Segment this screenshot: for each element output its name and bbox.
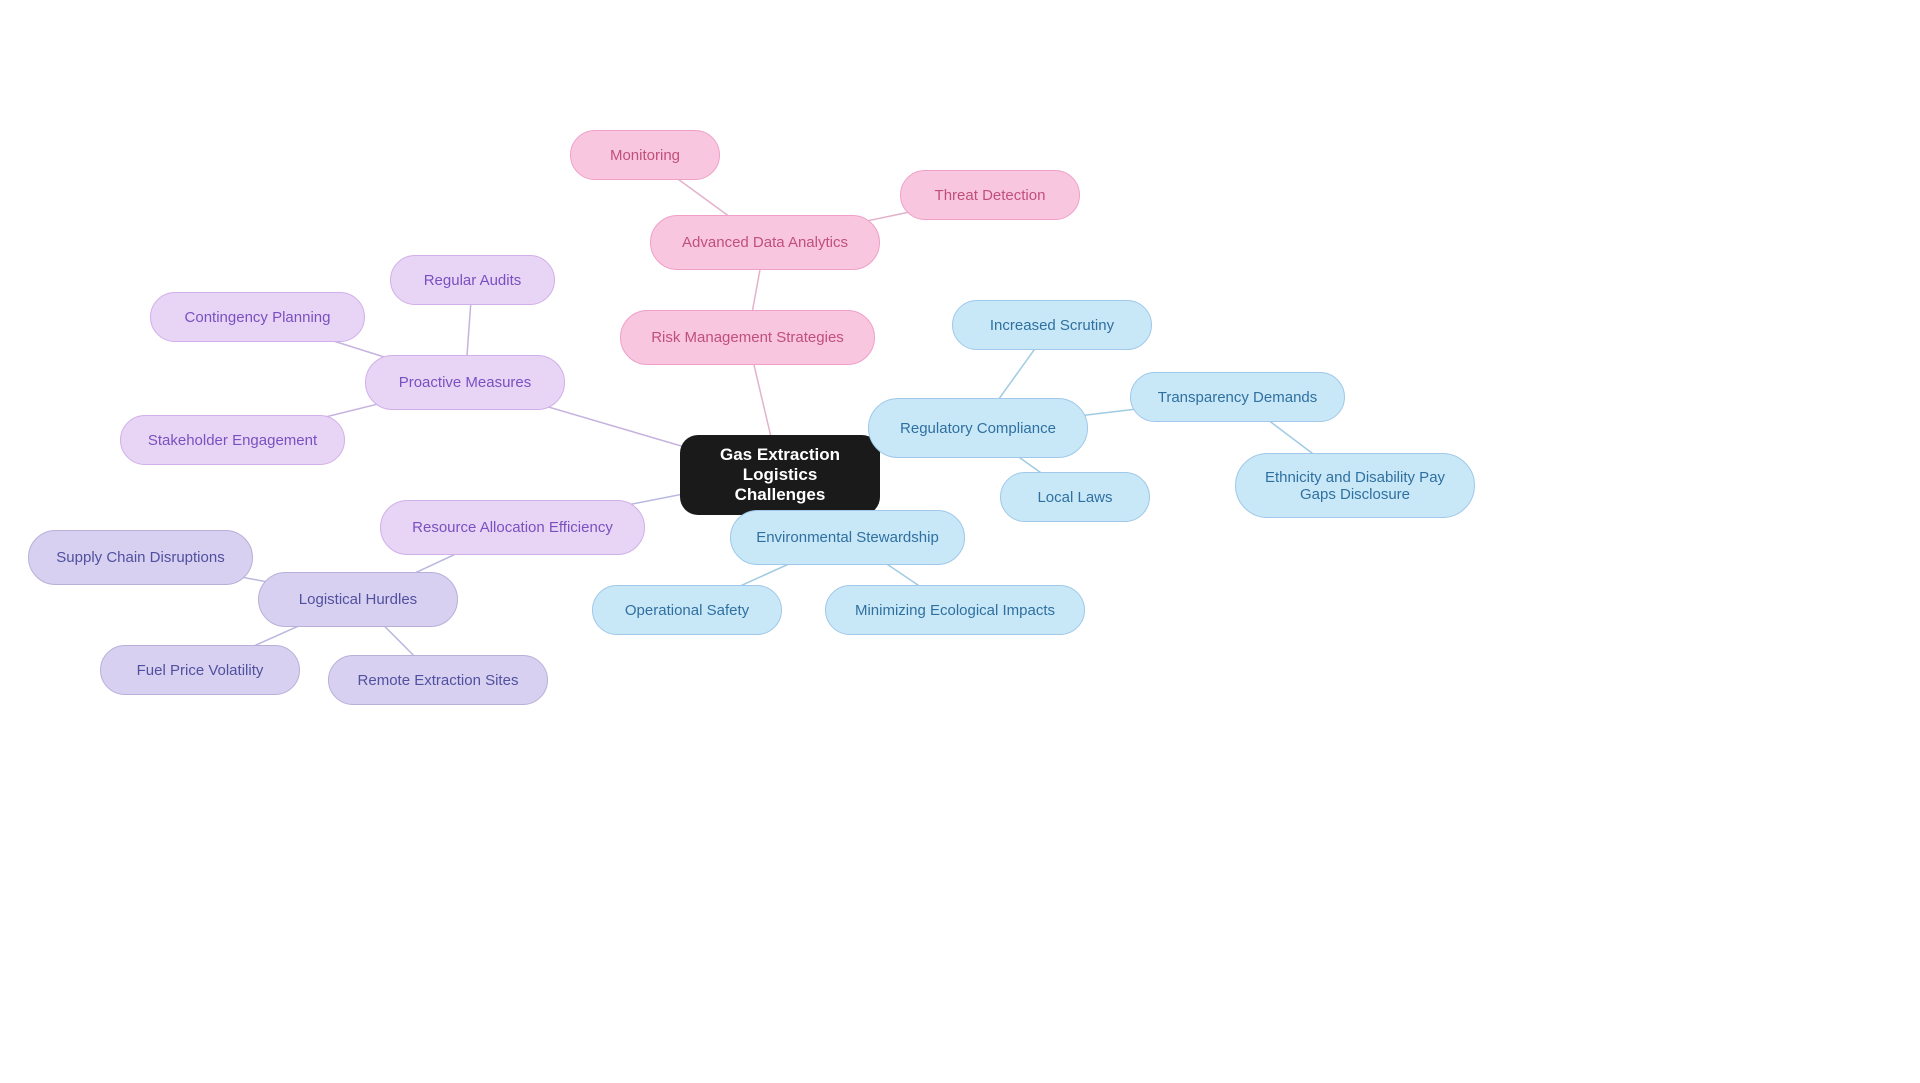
center-node[interactable]: Gas Extraction Logistics Challenges: [680, 435, 880, 515]
risk-management-node[interactable]: Risk Management Strategies: [620, 310, 875, 365]
remote-extraction-node[interactable]: Remote Extraction Sites: [328, 655, 548, 705]
monitoring-node[interactable]: Monitoring: [570, 130, 720, 180]
ethnicity-disability-node[interactable]: Ethnicity and Disability Pay Gaps Disclo…: [1235, 453, 1475, 518]
advanced-data-analytics-node[interactable]: Advanced Data Analytics: [650, 215, 880, 270]
operational-safety-node[interactable]: Operational Safety: [592, 585, 782, 635]
threat-detection-node[interactable]: Threat Detection: [900, 170, 1080, 220]
increased-scrutiny-node[interactable]: Increased Scrutiny: [952, 300, 1152, 350]
logistical-hurdles-node[interactable]: Logistical Hurdles: [258, 572, 458, 627]
center-label: Gas Extraction Logistics Challenges: [700, 445, 860, 505]
regulatory-compliance-node[interactable]: Regulatory Compliance: [868, 398, 1088, 458]
local-laws-node[interactable]: Local Laws: [1000, 472, 1150, 522]
supply-chain-node[interactable]: Supply Chain Disruptions: [28, 530, 253, 585]
stakeholder-engagement-node[interactable]: Stakeholder Engagement: [120, 415, 345, 465]
transparency-demands-node[interactable]: Transparency Demands: [1130, 372, 1345, 422]
minimizing-ecological-node[interactable]: Minimizing Ecological Impacts: [825, 585, 1085, 635]
fuel-price-node[interactable]: Fuel Price Volatility: [100, 645, 300, 695]
proactive-measures-node[interactable]: Proactive Measures: [365, 355, 565, 410]
contingency-planning-node[interactable]: Contingency Planning: [150, 292, 365, 342]
resource-allocation-node[interactable]: Resource Allocation Efficiency: [380, 500, 645, 555]
environmental-stewardship-node[interactable]: Environmental Stewardship: [730, 510, 965, 565]
regular-audits-node[interactable]: Regular Audits: [390, 255, 555, 305]
